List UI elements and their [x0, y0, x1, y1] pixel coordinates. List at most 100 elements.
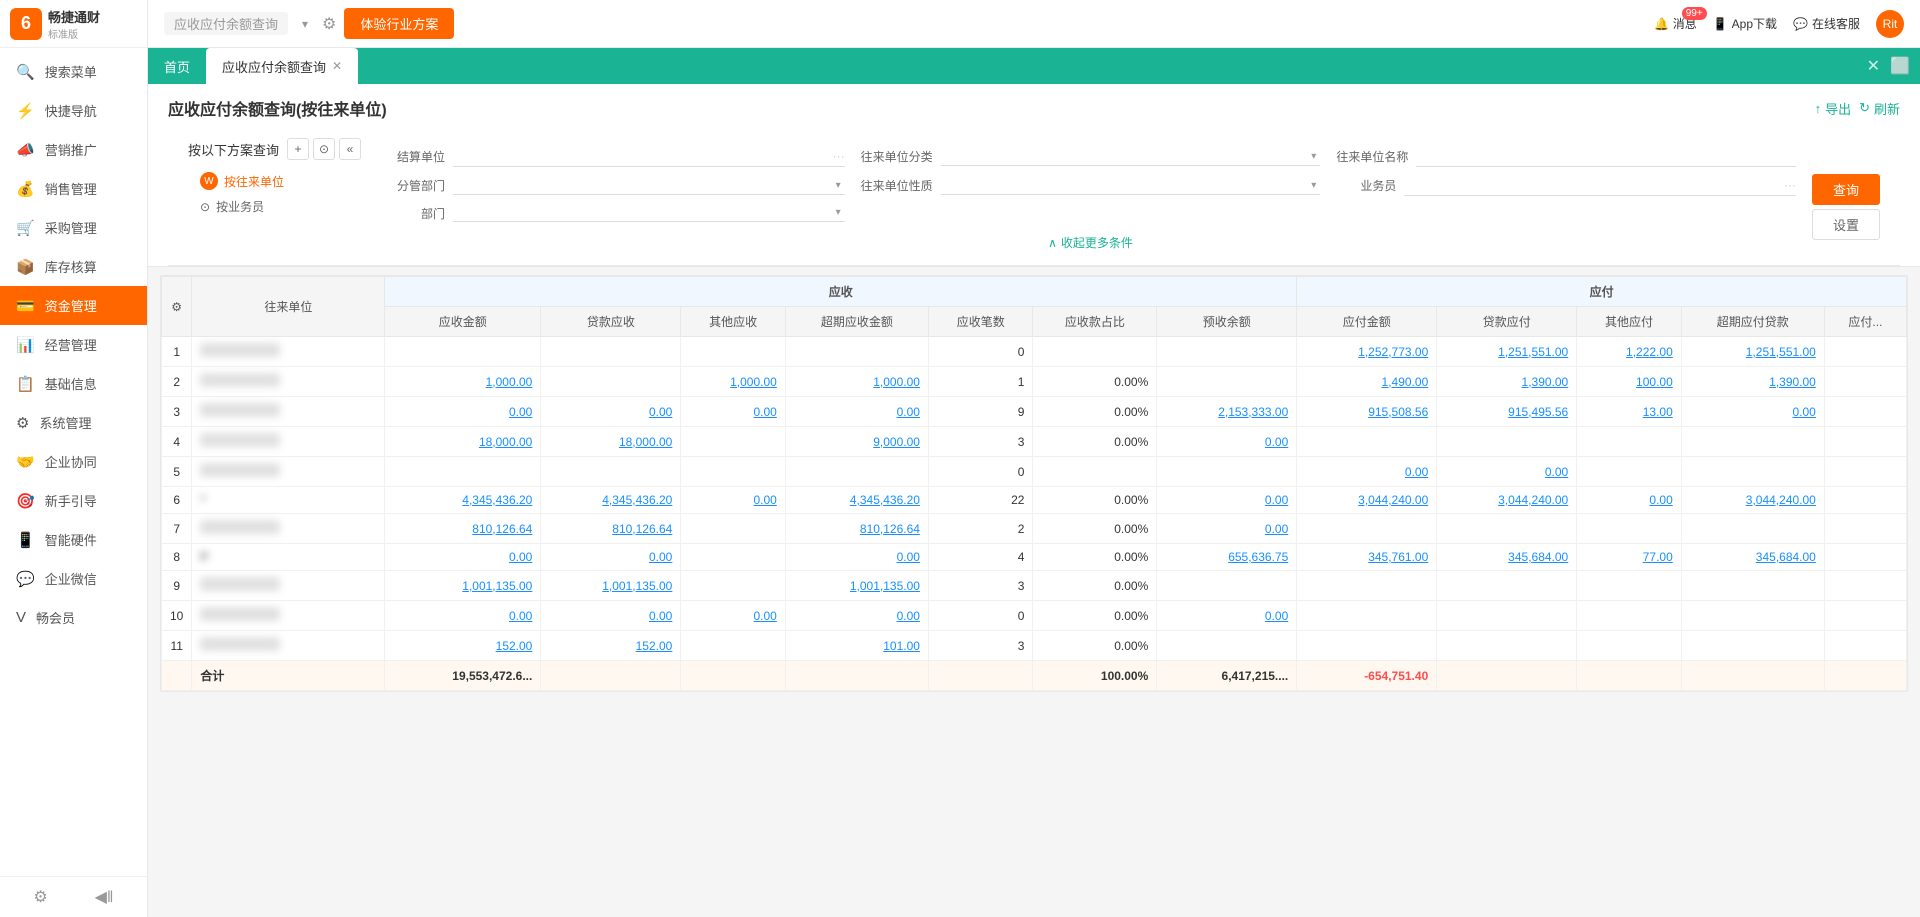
export-icon: ↑: [1815, 101, 1822, 116]
sidebar-bottom: ⚙ ◀‖: [0, 876, 147, 917]
sub-dept-select[interactable]: ▾: [453, 204, 845, 222]
logo-text: 畅捷通财: [48, 7, 100, 26]
footer-pre-receive: 6,417,215....: [1157, 661, 1297, 691]
sidebar-menu: 🔍搜索菜单⚡快捷导航📣营销推广💰销售管理🛒采购管理📦库存核算💳资金管理📊经营管理…: [0, 48, 147, 876]
edit-scheme-btn[interactable]: ⊙: [313, 138, 335, 160]
table-row: 100.000.000.000.0000.00%0.00: [162, 601, 1907, 631]
page-header: 应收应付余额查询(按往来单位) ↑ 导出 ↻ 刷新: [148, 84, 1920, 267]
logo-sub: 标准版: [48, 26, 100, 41]
scheme-by-partner[interactable]: W 按往来单位: [188, 168, 369, 194]
col-other-receivable: 其他应收: [681, 307, 786, 337]
col-overdue-payable: 超期应付贷款: [1681, 307, 1824, 337]
table-receivable-header: 应收: [385, 277, 1297, 307]
dept-select[interactable]: ▾: [453, 177, 845, 195]
tab-close-icon[interactable]: ✕: [332, 59, 342, 73]
sub-dept-chevron: ▾: [836, 207, 841, 218]
filter-salesperson: 业务员 ···: [1336, 175, 1796, 196]
salesperson-dots[interactable]: ···: [1784, 178, 1796, 192]
table-row: 21,000.001,000.001,000.0010.00%1,490.001…: [162, 367, 1907, 397]
tab-close-window-icon[interactable]: ✕: [1867, 56, 1880, 76]
col-pre-receive: 预收余额: [1157, 307, 1297, 337]
table-payable-header: 应付: [1297, 277, 1907, 307]
col-payable-extra: 应付...: [1824, 307, 1906, 337]
sidebar-item-智能硬件[interactable]: 📱智能硬件: [0, 520, 147, 559]
collapse-icon[interactable]: ◀‖: [95, 887, 114, 907]
partner-category-select[interactable]: ▾: [941, 148, 1321, 166]
table-scroll[interactable]: ⚙ 往来单位 应收 应付 应收金额 贷款应收 其他应收 超期应收金额 应收笔数 …: [161, 276, 1907, 691]
sidebar-item-基础信息[interactable]: 📋基础信息: [0, 364, 147, 403]
table-row: 8P0.000.000.0040.00%655,636.75345,761.00…: [162, 544, 1907, 571]
sidebar: 6 畅捷通财 标准版 🔍搜索菜单⚡快捷导航📣营销推广💰销售管理🛒采购管理📦库存核…: [0, 0, 148, 917]
sidebar-item-企业微信[interactable]: 💬企业微信: [0, 559, 147, 598]
sidebar-item-库存核算[interactable]: 📦库存核算: [0, 247, 147, 286]
filter-grid: 结算单位 ··· 往来单位分类 ▾: [385, 138, 1796, 230]
experience-btn[interactable]: 体验行业方案: [344, 8, 454, 39]
col-payable-amt: 应付金额: [1297, 307, 1437, 337]
filter-partner-name: 往来单位名称: [1336, 146, 1796, 167]
settings-btn[interactable]: 设置: [1812, 209, 1880, 240]
user-avatar[interactable]: Rit: [1876, 10, 1904, 38]
col-loan-payable: 贷款应付: [1437, 307, 1577, 337]
filter-partner-category: 往来单位分类 ▾: [861, 146, 1321, 167]
topbar-gear-icon[interactable]: ⚙: [322, 14, 336, 34]
settlement-unit-input[interactable]: [453, 146, 829, 166]
table-settings-header[interactable]: ⚙: [162, 277, 192, 337]
scheme-selector: 按以下方案查询 + ⊙ « W 按往来单位 ⊙: [188, 138, 385, 219]
col-other-payable: 其他应付: [1577, 307, 1682, 337]
dept-chevron: ▾: [836, 180, 841, 191]
add-scheme-btn[interactable]: +: [287, 138, 309, 160]
col-overdue-receivable: 超期应收金额: [785, 307, 928, 337]
query-btn[interactable]: 查询: [1812, 174, 1880, 205]
sidebar-item-资金管理[interactable]: 💳资金管理: [0, 286, 147, 325]
scheme-by-salesperson[interactable]: ⊙ 按业务员: [188, 194, 369, 219]
table-footer-row: 合计 19,553,472.6... 100.00% 6,417,215....…: [162, 661, 1907, 691]
table-row: 11152.00152.00101.0030.00%: [162, 631, 1907, 661]
salesperson-input[interactable]: [1404, 175, 1780, 195]
sidebar-item-系统管理[interactable]: ⚙系统管理: [0, 403, 147, 442]
refresh-btn[interactable]: ↻ 刷新: [1859, 99, 1900, 118]
refresh-icon: ↻: [1859, 100, 1870, 116]
main-content: 应收应付余额查询(按往来单位) ↑ 导出 ↻ 刷新: [148, 84, 1920, 917]
download-icon: 📱: [1713, 17, 1728, 31]
tab-receivable-query[interactable]: 应收应付余额查询 ✕: [206, 48, 358, 84]
tab-maximize-icon[interactable]: ⬜: [1890, 56, 1910, 76]
settings-icon[interactable]: ⚙: [33, 887, 47, 907]
sidebar-item-营销推广[interactable]: 📣营销推广: [0, 130, 147, 169]
logo-area: 6 畅捷通财 标准版: [0, 0, 147, 48]
filter-sub-dept: 部门 ▾: [385, 204, 845, 222]
app-download-btn[interactable]: 📱 App下载: [1713, 15, 1777, 32]
sidebar-item-经营管理[interactable]: 📊经营管理: [0, 325, 147, 364]
sidebar-item-快捷导航[interactable]: ⚡快捷导航: [0, 91, 147, 130]
partner-type-select[interactable]: ▾: [941, 177, 1321, 195]
col-receivable-count: 应收笔数: [928, 307, 1033, 337]
notification-btn[interactable]: 🔔 消息 99+: [1654, 15, 1696, 32]
sidebar-item-畅会员[interactable]: V畅会员: [0, 598, 147, 637]
filter-area: 按以下方案查询 + ⊙ « W 按往来单位 ⊙: [168, 128, 1900, 266]
collapse-btn[interactable]: ∧ 收起更多条件: [385, 230, 1796, 255]
sidebar-item-新手引导[interactable]: 🎯新手引导: [0, 481, 147, 520]
footer-label: 合计: [192, 661, 385, 691]
collapse-scheme-btn[interactable]: «: [339, 138, 361, 160]
table-row: 7810,126.64810,126.64810,126.6420.00%0.0…: [162, 514, 1907, 544]
settlement-unit-dots[interactable]: ···: [833, 149, 845, 163]
partner-category-chevron: ▾: [1311, 151, 1316, 162]
sidebar-item-销售管理[interactable]: 💰销售管理: [0, 169, 147, 208]
breadcrumb: 应收应付余额查询: [164, 12, 288, 35]
data-table: ⚙ 往来单位 应收 应付 应收金额 贷款应收 其他应收 超期应收金额 应收笔数 …: [161, 276, 1907, 691]
sidebar-item-企业协同[interactable]: 🤝企业协同: [0, 442, 147, 481]
bell-icon: 🔔: [1654, 17, 1669, 31]
sidebar-item-搜索菜单[interactable]: 🔍搜索菜单: [0, 52, 147, 91]
sidebar-item-采购管理[interactable]: 🛒采购管理: [0, 208, 147, 247]
scheme-partner-icon: W: [200, 172, 218, 190]
export-btn[interactable]: ↑ 导出: [1815, 99, 1852, 118]
online-service-btn[interactable]: 💬 在线客服: [1793, 15, 1860, 32]
table-row: 500.000.00: [162, 457, 1907, 487]
page-content: 应收应付余额查询(按往来单位) ↑ 导出 ↻ 刷新: [148, 84, 1920, 917]
footer-ratio: 100.00%: [1033, 661, 1157, 691]
partner-name-input[interactable]: [1416, 146, 1796, 167]
partner-type-chevron: ▾: [1311, 180, 1316, 191]
tab-home[interactable]: 首页: [148, 48, 206, 84]
logo-icon: 6: [10, 8, 42, 40]
query-label: 按以下方案查询: [188, 140, 279, 159]
topbar: 应收应付余额查询 ▾ ⚙ 体验行业方案 🔔 消息 99+ 📱 App下载 💬 在…: [148, 0, 1920, 48]
